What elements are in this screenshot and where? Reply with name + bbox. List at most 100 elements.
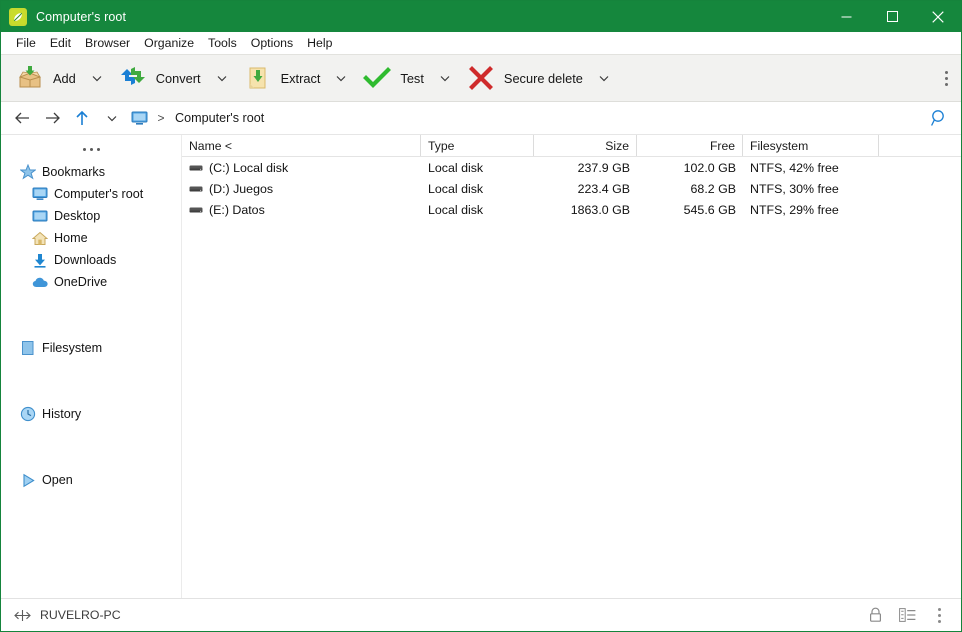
- cell-free: 102.0 GB: [683, 160, 736, 175]
- add-dropdown-caret[interactable]: [84, 55, 110, 101]
- cell-filesystem: NTFS, 29% free: [750, 202, 839, 217]
- sidebar-item-label: Desktop: [54, 209, 101, 223]
- sidebar-item-label: Open: [42, 473, 73, 487]
- sidebar-item-label: OneDrive: [54, 275, 108, 289]
- file-list-pane: Name < Type Size Free Filesystem (C:) Lo…: [182, 135, 961, 598]
- details-view-icon[interactable]: [891, 600, 923, 631]
- window-title: Computer's root: [36, 9, 127, 24]
- history-dropdown-caret[interactable]: [97, 103, 127, 133]
- left-right-arrow-icon[interactable]: [11, 609, 33, 622]
- back-arrow-icon[interactable]: [7, 103, 37, 133]
- play-triangle-icon: [17, 471, 39, 489]
- table-row[interactable]: (D:) Juegos Local disk 223.4 GB 68.2 GB …: [182, 178, 961, 199]
- hard-drive-icon: [189, 184, 203, 194]
- desktop-icon: [29, 207, 51, 225]
- cell-type: Local disk: [428, 160, 484, 175]
- cell-name: (D:) Juegos: [182, 182, 421, 196]
- menu-item-organize[interactable]: Organize: [137, 34, 201, 52]
- sidebar-item-computers-root[interactable]: Computer's root: [1, 183, 181, 205]
- sidebar-item-label: Bookmarks: [42, 165, 105, 179]
- sidebar-item-downloads[interactable]: Downloads: [1, 249, 181, 271]
- sidebar-item-label: Filesystem: [42, 341, 103, 355]
- file-name: (D:) Juegos: [209, 181, 274, 196]
- sidebar-more-dots-icon[interactable]: [1, 139, 181, 159]
- close-button[interactable]: [915, 1, 961, 32]
- toolbar-group-extract: Extract: [235, 55, 355, 101]
- add-button[interactable]: Add: [7, 55, 84, 101]
- secure-delete-button[interactable]: Secure delete: [458, 55, 591, 101]
- sidebar: Bookmarks Computer's root Desktop Home D…: [1, 135, 182, 598]
- add-button-label: Add: [53, 70, 76, 86]
- clock-icon: [17, 405, 39, 423]
- sidebar-item-bookmarks[interactable]: Bookmarks: [1, 161, 181, 183]
- menu-item-browser[interactable]: Browser: [78, 34, 137, 52]
- search-icon[interactable]: [923, 103, 955, 133]
- sidebar-item-open[interactable]: Open: [1, 469, 181, 491]
- red-x-icon: [466, 63, 496, 93]
- extract-dropdown-caret[interactable]: [328, 55, 354, 101]
- test-button[interactable]: Test: [354, 55, 431, 101]
- menu-item-file[interactable]: File: [9, 34, 43, 52]
- menu-item-edit[interactable]: Edit: [43, 34, 78, 52]
- forward-arrow-icon[interactable]: [37, 103, 67, 133]
- sidebar-item-label: Downloads: [54, 253, 117, 267]
- cell-free: 545.6 GB: [683, 202, 736, 217]
- extract-folder-icon: [243, 63, 273, 93]
- toolbar-group-secure-delete: Secure delete: [458, 55, 617, 101]
- test-button-label: Test: [400, 70, 424, 86]
- column-header-filesystem[interactable]: Filesystem: [743, 135, 879, 156]
- sidebar-item-home[interactable]: Home: [1, 227, 181, 249]
- extract-button[interactable]: Extract: [235, 55, 329, 101]
- column-header-type[interactable]: Type: [421, 135, 534, 156]
- toolbar-group-convert: Convert: [110, 55, 235, 101]
- breadcrumb-separator: >: [157, 111, 165, 125]
- status-more-options-icon[interactable]: [923, 600, 955, 631]
- column-header-free[interactable]: Free: [637, 135, 743, 156]
- menu-item-help[interactable]: Help: [300, 34, 339, 52]
- breadcrumb-path[interactable]: Computer's root: [175, 111, 264, 125]
- computer-monitor-icon[interactable]: [127, 111, 151, 126]
- download-arrow-icon: [29, 251, 51, 269]
- table-row[interactable]: (E:) Datos Local disk 1863.0 GB 545.6 GB…: [182, 199, 961, 220]
- sidebar-item-desktop[interactable]: Desktop: [1, 205, 181, 227]
- check-mark-icon: [362, 63, 392, 93]
- lock-icon[interactable]: [859, 600, 891, 631]
- star-icon: [17, 163, 39, 181]
- column-header-name[interactable]: Name <: [182, 135, 421, 156]
- table-row[interactable]: (C:) Local disk Local disk 237.9 GB 102.…: [182, 157, 961, 178]
- cell-type: Local disk: [428, 181, 484, 196]
- cell-filesystem: NTFS, 30% free: [750, 181, 839, 196]
- toolbar-more-options-icon[interactable]: [935, 55, 957, 101]
- sidebar-item-filesystem[interactable]: Filesystem: [1, 337, 181, 359]
- cloud-icon: [29, 273, 51, 291]
- hard-drive-icon: [189, 163, 203, 173]
- minimize-button[interactable]: [823, 1, 869, 32]
- extract-button-label: Extract: [280, 70, 321, 86]
- maximize-button[interactable]: [869, 1, 915, 32]
- sidebar-item-onedrive[interactable]: OneDrive: [1, 271, 181, 293]
- file-name: (E:) Datos: [209, 202, 265, 217]
- file-name: (C:) Local disk: [209, 160, 289, 175]
- test-dropdown-caret[interactable]: [432, 55, 458, 101]
- column-header-spacer[interactable]: [879, 135, 961, 156]
- status-bar-actions: [859, 600, 961, 631]
- sidebar-item-label: History: [42, 407, 82, 421]
- menu-item-options[interactable]: Options: [244, 34, 300, 52]
- secure-delete-dropdown-caret[interactable]: [591, 55, 617, 101]
- cell-size: 1863.0 GB: [570, 202, 630, 217]
- cell-free: 68.2 GB: [690, 181, 736, 196]
- menu-item-tools[interactable]: Tools: [201, 34, 244, 52]
- column-header-size[interactable]: Size: [534, 135, 637, 156]
- convert-button-label: Convert: [155, 70, 201, 86]
- convert-button[interactable]: Convert: [110, 55, 209, 101]
- convert-dropdown-caret[interactable]: [209, 55, 235, 101]
- cell-filesystem: NTFS, 42% free: [750, 160, 839, 175]
- hard-drive-icon: [189, 205, 203, 215]
- sidebar-item-history[interactable]: History: [1, 403, 181, 425]
- computer-monitor-icon: [29, 185, 51, 203]
- address-bar: > Computer's root: [1, 102, 961, 135]
- up-arrow-icon[interactable]: [67, 103, 97, 133]
- cell-size: 237.9 GB: [577, 160, 630, 175]
